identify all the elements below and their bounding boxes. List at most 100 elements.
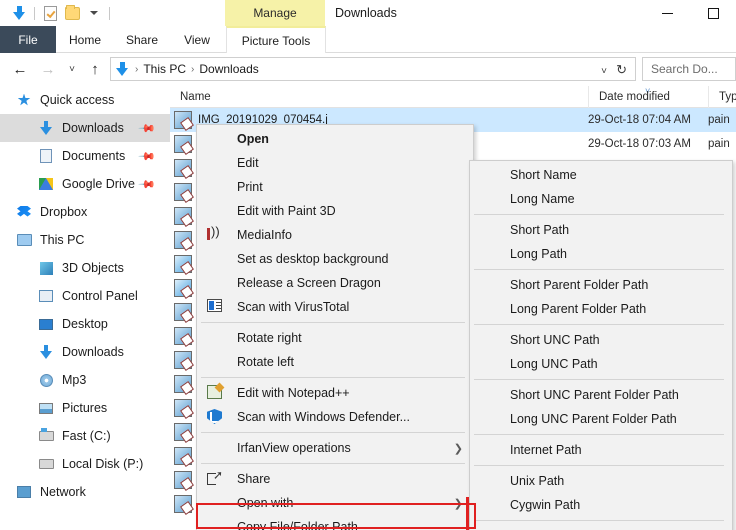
breadcrumb-item-this-pc[interactable]: This PC xyxy=(140,62,189,76)
menu-item-label: Open xyxy=(237,132,269,146)
sidebar-item-3d-objects[interactable]: 3D Objects xyxy=(0,254,170,282)
submenu-item-unix-path[interactable]: Unix Path xyxy=(470,469,732,493)
tab-home[interactable]: Home xyxy=(56,26,114,53)
menu-item-label: Edit with Paint 3D xyxy=(237,204,336,218)
refresh-icon[interactable]: ↻ xyxy=(616,62,627,78)
menu-item-rotate-left[interactable]: Rotate left xyxy=(197,350,473,374)
menu-item-label: Long Parent Folder Path xyxy=(510,302,647,316)
submenu-item-cygwin-path[interactable]: Cygwin Path xyxy=(470,493,732,517)
sidebar-item-downloads[interactable]: Downloads xyxy=(0,338,170,366)
tab-picture-tools[interactable]: Picture Tools xyxy=(226,26,326,53)
submenu-item-long-parent-folder-path[interactable]: Long Parent Folder Path xyxy=(470,297,732,321)
downloads-icon[interactable] xyxy=(8,0,30,26)
sidebar-item-fast-c[interactable]: Fast (C:) xyxy=(0,422,170,450)
minimize-button[interactable] xyxy=(644,0,690,26)
up-button[interactable]: ↑ xyxy=(85,59,105,79)
sidebar-item-mp3[interactable]: Mp3 xyxy=(0,366,170,394)
sidebar-item-this-pc[interactable]: This PC xyxy=(0,226,170,254)
sidebar-item-network[interactable]: Network xyxy=(0,478,170,506)
chevron-down-icon[interactable]: ˅ xyxy=(601,66,607,77)
menu-item-mediainfo[interactable]: MediaInfo xyxy=(197,223,473,247)
new-folder-icon[interactable] xyxy=(61,0,83,26)
menu-separator xyxy=(474,324,724,325)
menu-item-share[interactable]: Share xyxy=(197,467,473,491)
sidebar-item-control-panel[interactable]: Control Panel xyxy=(0,282,170,310)
document-file-icon xyxy=(174,255,192,273)
breadcrumb-item-downloads[interactable]: Downloads xyxy=(196,62,261,76)
menu-separator xyxy=(474,434,724,435)
image-file-icon xyxy=(174,207,192,225)
submenu-item-short-unc-path[interactable]: Short UNC Path xyxy=(470,328,732,352)
share-icon xyxy=(207,468,223,487)
menu-item-print[interactable]: Print xyxy=(197,175,473,199)
sidebar-item-quick-access[interactable]: Quick access xyxy=(0,86,170,114)
chevron-right-icon: ❯ xyxy=(453,498,463,510)
sidebar-item-downloads[interactable]: Downloads 📌 xyxy=(0,114,170,142)
submenu-item-long-unc-path[interactable]: Long UNC Path xyxy=(470,352,732,376)
menu-item-label: MediaInfo xyxy=(237,228,292,242)
submenu-item-short-unc-parent-folder-path[interactable]: Short UNC Parent Folder Path xyxy=(470,383,732,407)
sidebar-item-label: Mp3 xyxy=(62,373,87,387)
menu-item-edit[interactable]: Edit xyxy=(197,151,473,175)
properties-icon[interactable] xyxy=(39,0,61,26)
manage-contextual-tab[interactable]: Manage xyxy=(225,0,325,26)
column-header-date-modified[interactable]: Date modified xyxy=(588,86,708,108)
menu-item-release-a-screen-dragon[interactable]: Release a Screen Dragon xyxy=(197,271,473,295)
tab-share[interactable]: Share xyxy=(114,26,170,53)
tab-picture-tools-label: Picture Tools xyxy=(241,33,311,48)
sidebar-item-local-disk-p[interactable]: Local Disk (P:) xyxy=(0,450,170,478)
image-file-icon xyxy=(174,231,192,249)
chevron-down-icon[interactable] xyxy=(83,0,105,26)
sidebar-item-dropbox[interactable]: Dropbox xyxy=(0,198,170,226)
context-menu: Open Edit Print Edit with Paint 3D MediaInfo… xyxy=(196,124,474,530)
breadcrumb[interactable]: › This PC › Downloads ˅ ↻ xyxy=(110,57,636,81)
menu-item-edit-with-paint-3d[interactable]: Edit with Paint 3D xyxy=(197,199,473,223)
image-file-icon xyxy=(174,399,192,417)
menu-item-open-with[interactable]: Open with ❯ xyxy=(197,491,473,515)
submenu-item-long-path[interactable]: Long Path xyxy=(470,242,732,266)
menu-item-copy-file-folder-path[interactable]: Copy File/Folder Path xyxy=(197,515,473,530)
sidebar-item-label: Control Panel xyxy=(62,289,138,303)
menu-item-edit-with-notepad[interactable]: Edit with Notepad++ xyxy=(197,381,473,405)
submenu-item-short-name[interactable]: Short Name xyxy=(470,163,732,187)
sidebar-item-desktop[interactable]: Desktop xyxy=(0,310,170,338)
menu-item-rotate-right[interactable]: Rotate right xyxy=(197,326,473,350)
forward-button[interactable]: → xyxy=(38,59,58,79)
pin-icon[interactable]: 📌 xyxy=(138,175,157,194)
image-file-icon xyxy=(174,423,192,441)
column-header-type[interactable]: Type xyxy=(708,86,736,108)
menu-item-label: Long UNC Path xyxy=(510,357,598,371)
submenu-item-long-unc-parent-folder-path[interactable]: Long UNC Parent Folder Path xyxy=(470,407,732,431)
menu-item-label: Scan with VirusTotal xyxy=(237,300,350,314)
recent-locations-button[interactable]: ˅ xyxy=(62,59,82,79)
back-button[interactable]: ← xyxy=(10,59,30,79)
menu-item-label: Copy File/Folder Path xyxy=(237,520,358,530)
menu-item-open[interactable]: Open xyxy=(197,127,473,151)
menu-separator xyxy=(474,465,724,466)
sidebar-item-pictures[interactable]: Pictures xyxy=(0,394,170,422)
menu-item-set-as-desktop-background[interactable]: Set as desktop background xyxy=(197,247,473,271)
submenu-item-short-parent-folder-path[interactable]: Short Parent Folder Path xyxy=(470,273,732,297)
sidebar-item-google-drive[interactable]: Google Drive 📌 xyxy=(0,170,170,198)
submenu-item-long-name[interactable]: Long Name xyxy=(470,187,732,211)
submenu-item-short-path[interactable]: Short Path xyxy=(470,218,732,242)
submenu-item-internet-path[interactable]: Internet Path xyxy=(470,438,732,462)
column-header-name[interactable]: Name xyxy=(170,86,588,108)
control-panel-icon xyxy=(36,286,56,306)
sidebar-item-label: Google Drive xyxy=(62,177,135,191)
menu-item-irfanview-operations[interactable]: IrfanView operations ❯ xyxy=(197,436,473,460)
menu-item-label: Rotate right xyxy=(237,331,302,345)
pin-icon[interactable]: 📌 xyxy=(138,119,157,138)
sidebar-item-documents[interactable]: Documents 📌 xyxy=(0,142,170,170)
menu-item-scan-with-windows-defender[interactable]: Scan with Windows Defender... xyxy=(197,405,473,429)
tab-view[interactable]: View xyxy=(170,26,224,53)
search-input[interactable]: Search Do... xyxy=(642,57,736,81)
maximize-button[interactable] xyxy=(690,0,736,26)
image-file-icon xyxy=(174,159,192,177)
pin-icon[interactable]: 📌 xyxy=(138,147,157,166)
tab-file[interactable]: File xyxy=(0,26,56,53)
tab-file-label: File xyxy=(18,32,38,47)
submenu-item-settings[interactable]: Settings... xyxy=(470,524,732,530)
menu-item-label: Share xyxy=(237,472,271,486)
menu-item-scan-with-virustotal[interactable]: Scan with VirusTotal xyxy=(197,295,473,319)
